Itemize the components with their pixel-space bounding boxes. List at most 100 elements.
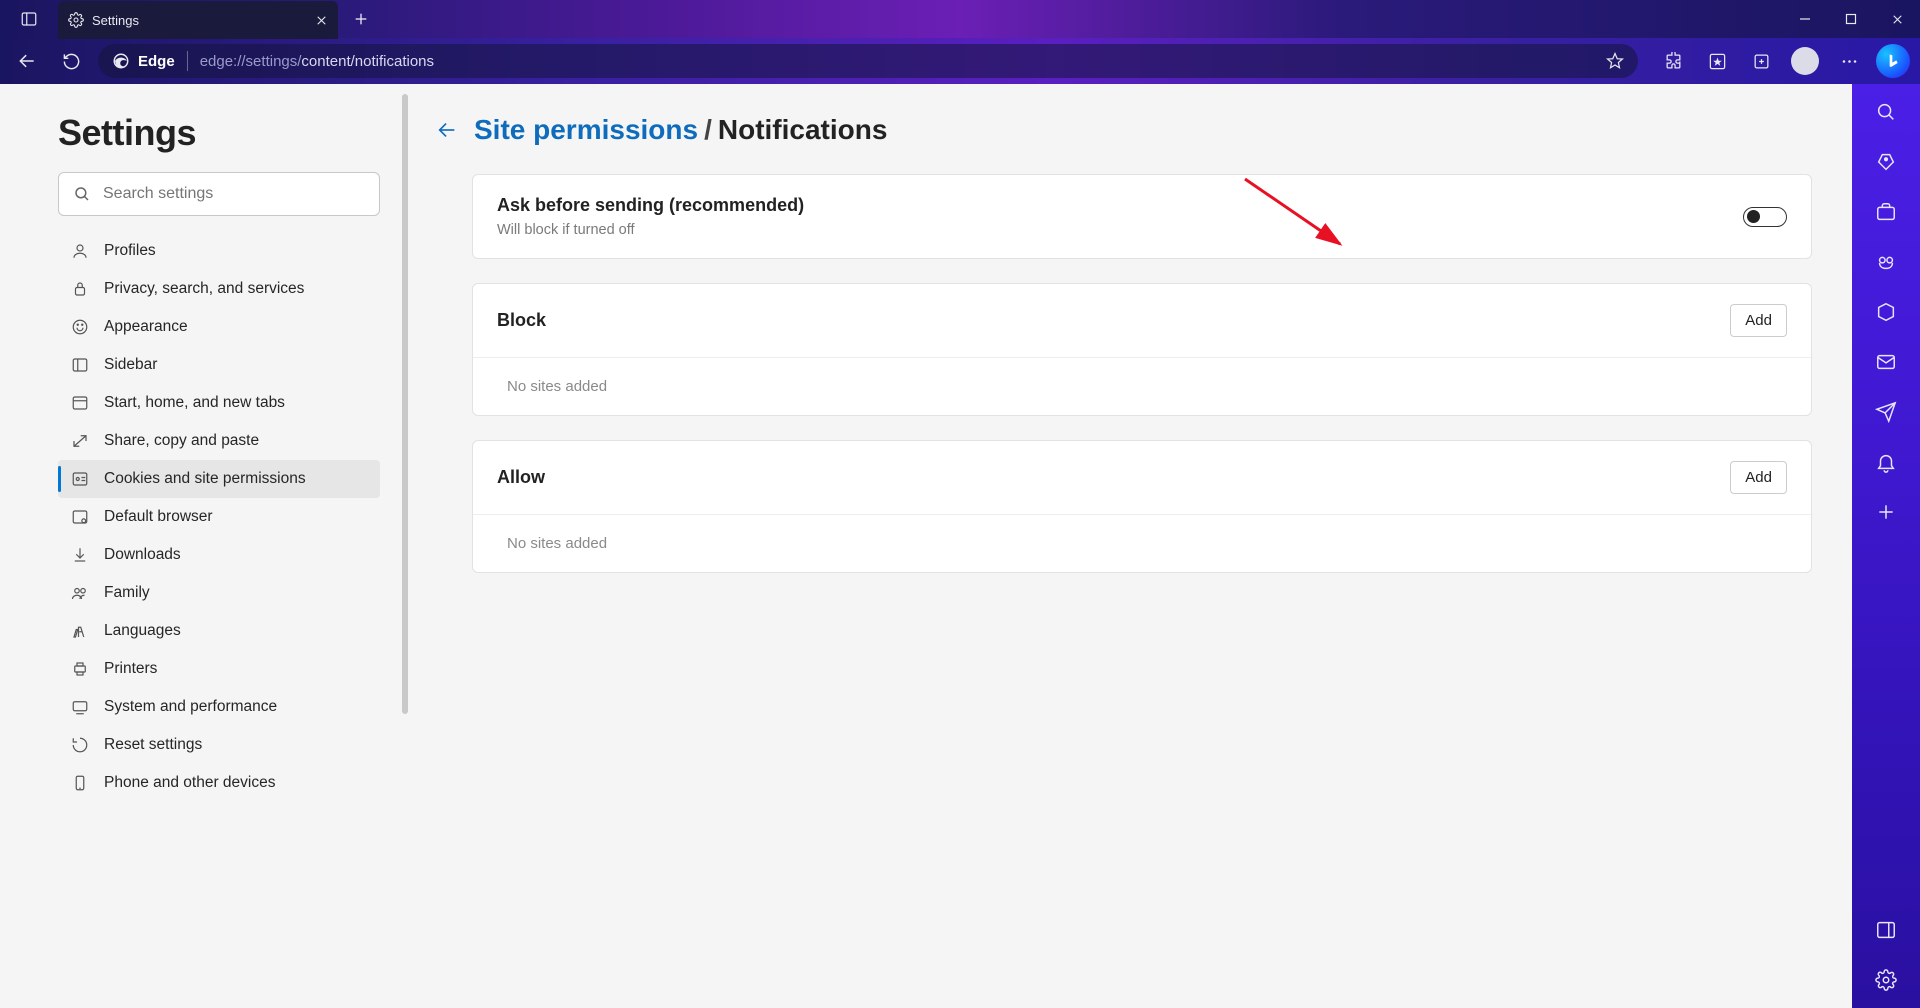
- search-icon: [73, 185, 91, 203]
- nav-item-downloads[interactable]: Downloads: [58, 536, 380, 574]
- new-tab-button[interactable]: [344, 2, 378, 36]
- nav-item-icon: [70, 279, 90, 299]
- site-identity[interactable]: Edge: [112, 52, 175, 70]
- ask-subtitle: Will block if turned off: [497, 222, 804, 238]
- allow-add-button[interactable]: Add: [1730, 461, 1787, 494]
- office-icon[interactable]: [1872, 298, 1900, 326]
- nav-item-label: Languages: [104, 622, 181, 640]
- more-button[interactable]: [1832, 44, 1866, 78]
- url-text: edge://settings/content/notifications: [200, 53, 1594, 70]
- tab-title: Settings: [92, 13, 139, 28]
- sidebar-scrollbar[interactable]: [400, 84, 410, 1008]
- settings-sidebar: Settings Profiles Privacy, search, and se…: [0, 84, 400, 1008]
- extensions-button[interactable]: [1656, 44, 1690, 78]
- nav-item-label: Privacy, search, and services: [104, 280, 304, 298]
- nav-item-icon: [70, 583, 90, 603]
- nav-item-default-browser[interactable]: Default browser: [58, 498, 380, 536]
- nav-item-languages[interactable]: Languages: [58, 612, 380, 650]
- nav-item-label: Phone and other devices: [104, 774, 275, 792]
- favorite-button[interactable]: [1606, 52, 1624, 70]
- nav-item-icon: [70, 773, 90, 793]
- block-title: Block: [497, 310, 546, 331]
- nav-item-label: Cookies and site permissions: [104, 470, 306, 488]
- address-bar[interactable]: Edge edge://settings/content/notificatio…: [98, 44, 1638, 78]
- nav-item-printers[interactable]: Printers: [58, 650, 380, 688]
- nav-item-icon: [70, 697, 90, 717]
- split-screen-icon[interactable]: [1872, 916, 1900, 944]
- collections-button[interactable]: [1744, 44, 1778, 78]
- close-tab-button[interactable]: [315, 14, 328, 27]
- settings-search-input[interactable]: [103, 185, 365, 203]
- allow-card: Allow Add No sites added: [472, 440, 1812, 573]
- nav-item-icon: [70, 659, 90, 679]
- nav-item-appearance[interactable]: Appearance: [58, 308, 380, 346]
- toolbar: Edge edge://settings/content/notificatio…: [0, 38, 1920, 84]
- nav-item-label: Default browser: [104, 508, 213, 526]
- ask-title: Ask before sending (recommended): [497, 195, 804, 216]
- nav-item-icon: [70, 621, 90, 641]
- tools-icon[interactable]: [1872, 198, 1900, 226]
- sidebar-settings-icon[interactable]: [1872, 966, 1900, 994]
- nav-item-cookies-and-site-permissions[interactable]: Cookies and site permissions: [58, 460, 380, 498]
- block-add-button[interactable]: Add: [1730, 304, 1787, 337]
- tab-actions-button[interactable]: [0, 10, 58, 28]
- maximize-button[interactable]: [1828, 0, 1874, 38]
- allow-title: Allow: [497, 467, 545, 488]
- settings-search[interactable]: [58, 172, 380, 216]
- nav-back-button[interactable]: [10, 44, 44, 78]
- close-window-button[interactable]: [1874, 0, 1920, 38]
- refresh-button[interactable]: [54, 44, 88, 78]
- nav-item-label: Family: [104, 584, 150, 602]
- add-sidebar-icon[interactable]: [1872, 498, 1900, 526]
- nav-item-label: System and performance: [104, 698, 277, 716]
- nav-item-share-copy-and-paste[interactable]: Share, copy and paste: [58, 422, 380, 460]
- nav-item-label: Share, copy and paste: [104, 432, 259, 450]
- minimize-button[interactable]: [1782, 0, 1828, 38]
- nav-item-icon: [70, 431, 90, 451]
- app-body: Settings Profiles Privacy, search, and se…: [0, 84, 1920, 1008]
- nav-item-label: Start, home, and new tabs: [104, 394, 285, 412]
- shopping-icon[interactable]: [1872, 148, 1900, 176]
- breadcrumb-parent-link[interactable]: Site permissions: [474, 114, 698, 145]
- nav-item-system-and-performance[interactable]: System and performance: [58, 688, 380, 726]
- edge-logo-icon: [112, 52, 130, 70]
- send-icon[interactable]: [1872, 398, 1900, 426]
- ask-toggle[interactable]: [1743, 207, 1787, 227]
- games-icon[interactable]: [1872, 248, 1900, 276]
- nav-item-label: Downloads: [104, 546, 181, 564]
- profile-avatar[interactable]: [1788, 44, 1822, 78]
- nav-item-icon: [70, 545, 90, 565]
- bing-chat-button[interactable]: [1876, 44, 1910, 78]
- browser-tab[interactable]: Settings: [58, 1, 338, 39]
- nav-item-sidebar[interactable]: Sidebar: [58, 346, 380, 384]
- breadcrumb-row: Site permissions/Notifications: [436, 114, 1812, 146]
- breadcrumb-current: Notifications: [718, 114, 888, 145]
- notifications-icon[interactable]: [1872, 448, 1900, 476]
- search-panel-icon[interactable]: [1872, 98, 1900, 126]
- block-empty: No sites added: [497, 378, 607, 395]
- titlebar: Settings: [0, 0, 1920, 38]
- settings-content: Site permissions/Notifications Ask befor…: [410, 84, 1852, 1008]
- block-card: Block Add No sites added: [472, 283, 1812, 416]
- settings-heading: Settings: [58, 112, 380, 154]
- nav-item-icon: [70, 241, 90, 261]
- nav-item-icon: [70, 469, 90, 489]
- outlook-icon[interactable]: [1872, 348, 1900, 376]
- nav-item-label: Appearance: [104, 318, 188, 336]
- nav-item-label: Reset settings: [104, 736, 202, 754]
- nav-item-phone-and-other-devices[interactable]: Phone and other devices: [58, 764, 380, 802]
- nav-item-reset-settings[interactable]: Reset settings: [58, 726, 380, 764]
- nav-item-family[interactable]: Family: [58, 574, 380, 612]
- site-identity-label: Edge: [138, 53, 175, 70]
- breadcrumb-back-button[interactable]: [436, 119, 458, 141]
- separator: [187, 51, 188, 71]
- nav-item-label: Profiles: [104, 242, 156, 260]
- nav-item-start-home-and-new-tabs[interactable]: Start, home, and new tabs: [58, 384, 380, 422]
- nav-item-icon: [70, 735, 90, 755]
- favorites-button[interactable]: [1700, 44, 1734, 78]
- nav-item-profiles[interactable]: Profiles: [58, 232, 380, 270]
- nav-item-label: Printers: [104, 660, 157, 678]
- settings-nav: Profiles Privacy, search, and services App…: [58, 232, 380, 802]
- settings-area: Settings Profiles Privacy, search, and se…: [0, 84, 1852, 1008]
- nav-item-privacy-search-and-services[interactable]: Privacy, search, and services: [58, 270, 380, 308]
